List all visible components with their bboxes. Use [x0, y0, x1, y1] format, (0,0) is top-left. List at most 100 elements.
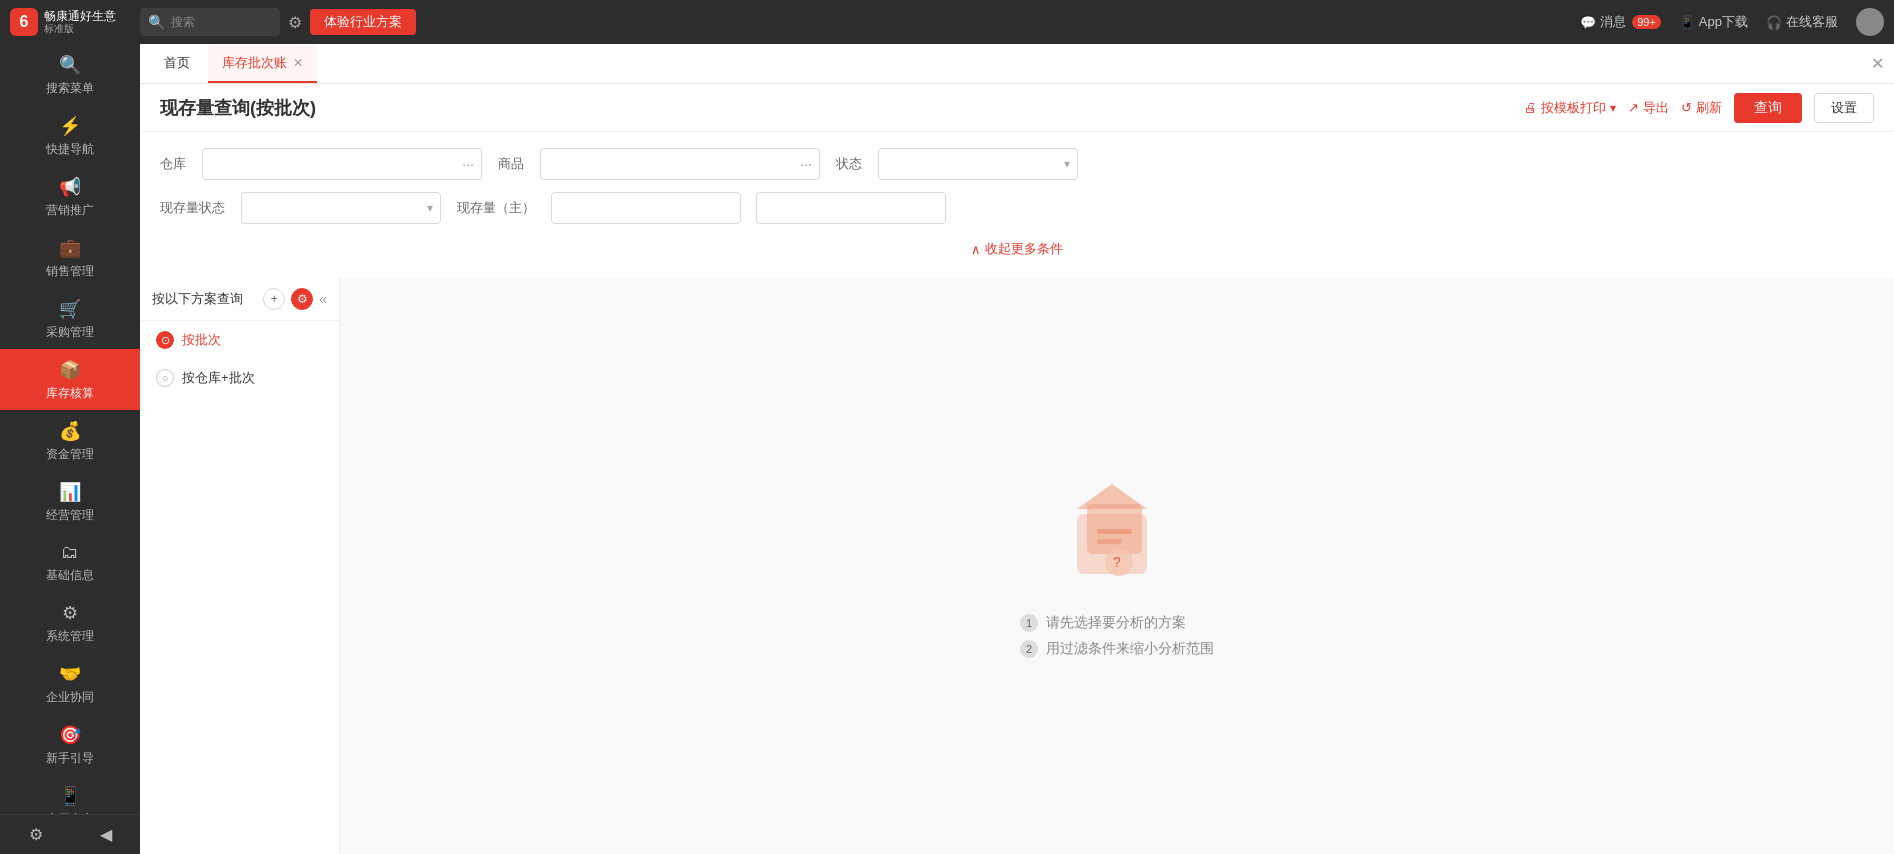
refresh-btn[interactable]: ↺ 刷新: [1681, 99, 1722, 117]
status-label: 状态: [836, 155, 862, 173]
sidebar-item-newbie[interactable]: 🎯 新手引导: [0, 714, 140, 775]
collapse-label: 收起更多条件: [985, 240, 1063, 258]
stock-status-label: 现存量状态: [160, 199, 225, 217]
sidebar-item-label: 库存核算: [46, 385, 94, 402]
sidebar-item-marketing[interactable]: 📢 营销推广: [0, 166, 140, 227]
warehouse-input[interactable]: [202, 148, 482, 180]
collapse-btn[interactable]: ∧ 收起更多条件: [160, 236, 1874, 262]
sidebar-item-app-center[interactable]: 📱 应用中心: [0, 775, 140, 814]
online-service-btn[interactable]: 🎧 在线客服: [1766, 13, 1838, 31]
app-version: 标准版: [44, 23, 116, 35]
sidebar-item-sales[interactable]: 💼 销售管理: [0, 227, 140, 288]
svg-marker-2: [1077, 484, 1147, 509]
settings-icon[interactable]: ⚙: [288, 13, 302, 32]
stock-status-select[interactable]: [241, 192, 441, 224]
messages-label: 消息: [1600, 13, 1626, 31]
global-search[interactable]: 🔍 搜索: [140, 8, 280, 36]
headset-icon: 🎧: [1766, 15, 1782, 30]
main-layout: 🔍 搜索菜单 ⚡ 快捷导航 📢 营销推广 💼 销售管理 🛒 采购管理 📦: [0, 44, 1894, 854]
sidebar-item-purchase[interactable]: 🛒 采购管理: [0, 288, 140, 349]
sidebar-item-label: 企业协同: [46, 689, 94, 706]
product-dots[interactable]: ···: [800, 156, 812, 172]
filter-area: 仓库 ··· 商品 ··· 状态 ▾: [140, 132, 1894, 278]
operation-icon: 📊: [59, 481, 81, 503]
sidebar-item-basic[interactable]: 🗂 基础信息: [0, 532, 140, 592]
sidebar-item-operation[interactable]: 📊 经营管理: [0, 471, 140, 532]
newbie-icon: 🎯: [59, 724, 81, 746]
trial-button[interactable]: 体验行业方案: [310, 9, 416, 35]
empty-tip-2: 2 用过滤条件来缩小分析范围: [1020, 640, 1214, 658]
app-download-icon: 📱: [1679, 15, 1695, 30]
plan-label-by-warehouse-batch: 按仓库+批次: [182, 369, 255, 387]
stock-amount-min-input[interactable]: [551, 192, 741, 224]
plan-dot-active: ⊙: [156, 331, 174, 349]
print-label: 按模板打印: [1541, 99, 1606, 117]
print-icon: 🖨: [1524, 100, 1537, 115]
tab-home[interactable]: 首页: [150, 45, 204, 83]
tab-close-icon[interactable]: ✕: [293, 56, 303, 70]
tab-inventory-batch[interactable]: 库存批次账 ✕: [208, 45, 317, 83]
app-download-btn[interactable]: 📱 App下载: [1679, 13, 1748, 31]
panel-collapse-btn[interactable]: «: [319, 291, 327, 307]
add-icon: +: [271, 292, 278, 306]
messages-btn[interactable]: 💬 消息 99+: [1580, 13, 1661, 31]
logo-icon: 6: [10, 8, 38, 36]
finance-icon: 💰: [59, 420, 81, 442]
enterprise-icon: 🤝: [59, 663, 81, 685]
panel-header-icons: + ⚙ «: [263, 288, 327, 310]
print-dropdown-icon[interactable]: ▾: [1610, 101, 1616, 115]
sidebar-item-search-menu[interactable]: 🔍 搜索菜单: [0, 44, 140, 105]
sidebar-scroll: 🔍 搜索菜单 ⚡ 快捷导航 📢 营销推广 💼 销售管理 🛒 采购管理 📦: [0, 44, 140, 814]
sidebar-item-quick-nav[interactable]: ⚡ 快捷导航: [0, 105, 140, 166]
page-header: 现存量查询(按批次) 🖨 按模板打印 ▾ ↗ 导出 ↺ 刷新: [140, 84, 1894, 132]
print-btn[interactable]: 🖨 按模板打印 ▾: [1524, 99, 1616, 117]
sidebar-item-label: 系统管理: [46, 628, 94, 645]
right-content: ? 1 请先选择要分析的方案 2 用过滤条件来缩小分析范围: [340, 278, 1894, 854]
search-icon: 🔍: [148, 14, 165, 30]
sidebar-item-inventory[interactable]: 📦 库存核算: [0, 349, 140, 410]
stock-amount-max-input[interactable]: [756, 192, 946, 224]
settings-button[interactable]: 设置: [1814, 93, 1874, 123]
product-input[interactable]: [540, 148, 820, 180]
warehouse-dots[interactable]: ···: [462, 156, 474, 172]
plan-item-by-warehouse-batch[interactable]: ○ 按仓库+批次: [140, 359, 339, 397]
warehouse-label: 仓库: [160, 155, 186, 173]
panel-settings-btn[interactable]: ⚙: [291, 288, 313, 310]
tab-bar-close-icon[interactable]: ✕: [1871, 54, 1884, 73]
status-select[interactable]: [878, 148, 1078, 180]
sidebar-settings-icon[interactable]: ⚙: [29, 825, 43, 844]
sidebar-item-label: 新手引导: [46, 750, 94, 767]
search-placeholder: 搜索: [171, 14, 195, 31]
online-service-label: 在线客服: [1786, 13, 1838, 31]
sales-icon: 💼: [59, 237, 81, 259]
empty-tip-1-text: 请先选择要分析的方案: [1046, 614, 1186, 632]
user-avatar-btn[interactable]: [1856, 8, 1884, 36]
sidebar-item-enterprise[interactable]: 🤝 企业协同: [0, 653, 140, 714]
tab-inventory-batch-label: 库存批次账: [222, 54, 287, 72]
tab-home-label: 首页: [164, 54, 190, 72]
svg-rect-3: [1097, 529, 1132, 534]
message-icon: 💬: [1580, 15, 1596, 30]
empty-tip-2-text: 用过滤条件来缩小分析范围: [1046, 640, 1214, 658]
sidebar-item-system[interactable]: ⚙ 系统管理: [0, 592, 140, 653]
sidebar-item-label: 营销推广: [46, 202, 94, 219]
export-btn[interactable]: ↗ 导出: [1628, 99, 1669, 117]
app-logo: 6 畅康通好生意 标准版: [10, 8, 140, 36]
sidebar-item-label: 快捷导航: [46, 141, 94, 158]
plan-item-by-batch[interactable]: ⊙ 按批次: [140, 321, 339, 359]
empty-tips: 1 请先选择要分析的方案 2 用过滤条件来缩小分析范围: [1020, 614, 1214, 658]
warehouse-input-wrap: ···: [202, 148, 482, 180]
quick-nav-icon: ⚡: [59, 115, 81, 137]
refresh-icon: ↺: [1681, 100, 1692, 115]
sidebar-collapse-icon[interactable]: ◀: [100, 825, 112, 844]
panel-add-btn[interactable]: +: [263, 288, 285, 310]
product-label: 商品: [498, 155, 524, 173]
sidebar-item-finance[interactable]: 💰 资金管理: [0, 410, 140, 471]
app-name: 畅康通好生意: [44, 9, 116, 23]
query-button[interactable]: 查询: [1734, 93, 1802, 123]
sidebar-item-label: 采购管理: [46, 324, 94, 341]
sidebar-item-label: 经营管理: [46, 507, 94, 524]
sidebar-item-label: 销售管理: [46, 263, 94, 280]
svg-rect-4: [1097, 539, 1122, 544]
purchase-icon: 🛒: [59, 298, 81, 320]
